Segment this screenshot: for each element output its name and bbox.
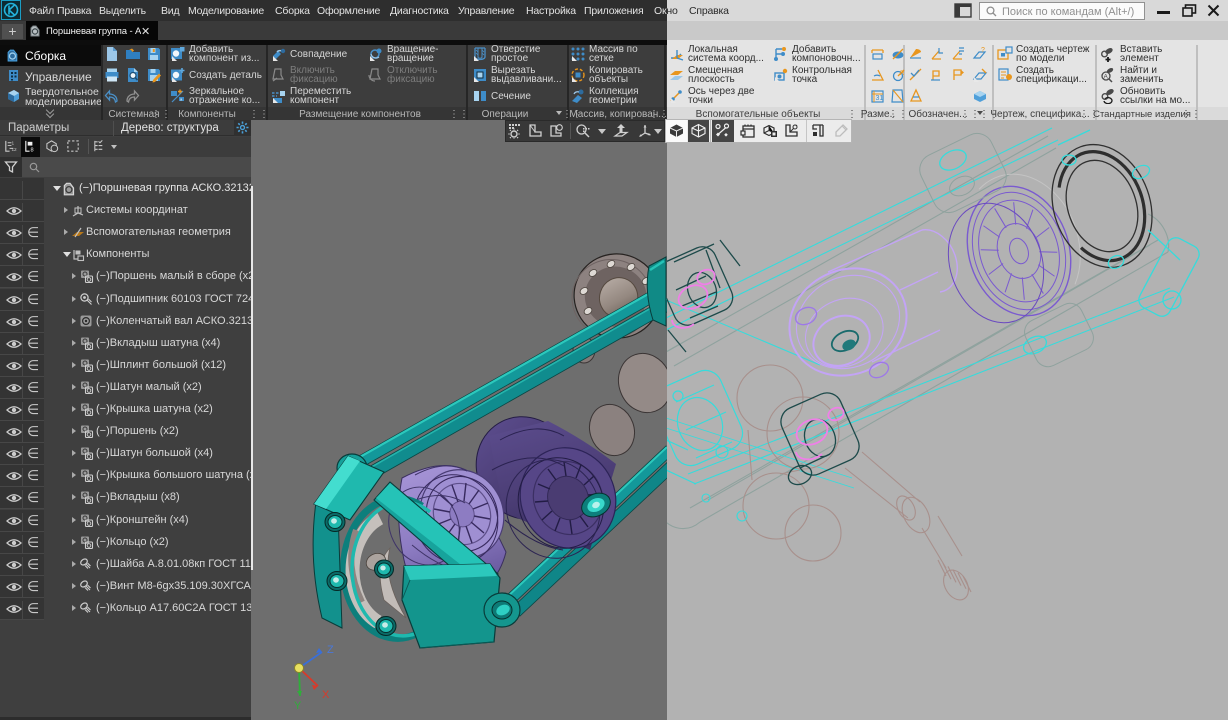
svg-text:31: 31 bbox=[876, 95, 884, 102]
svg-text:A: A bbox=[1104, 74, 1109, 81]
svg-text:X: X bbox=[322, 689, 330, 701]
svg-text:1: 1 bbox=[11, 141, 14, 146]
svg-text:12: 12 bbox=[11, 147, 17, 152]
svg-text:Z: Z bbox=[327, 644, 334, 656]
svg-text:R: R bbox=[900, 71, 905, 77]
svg-text:8: 8 bbox=[31, 148, 34, 154]
svg-text:Y: Y bbox=[294, 700, 302, 712]
svg-text:?: ? bbox=[981, 47, 985, 54]
